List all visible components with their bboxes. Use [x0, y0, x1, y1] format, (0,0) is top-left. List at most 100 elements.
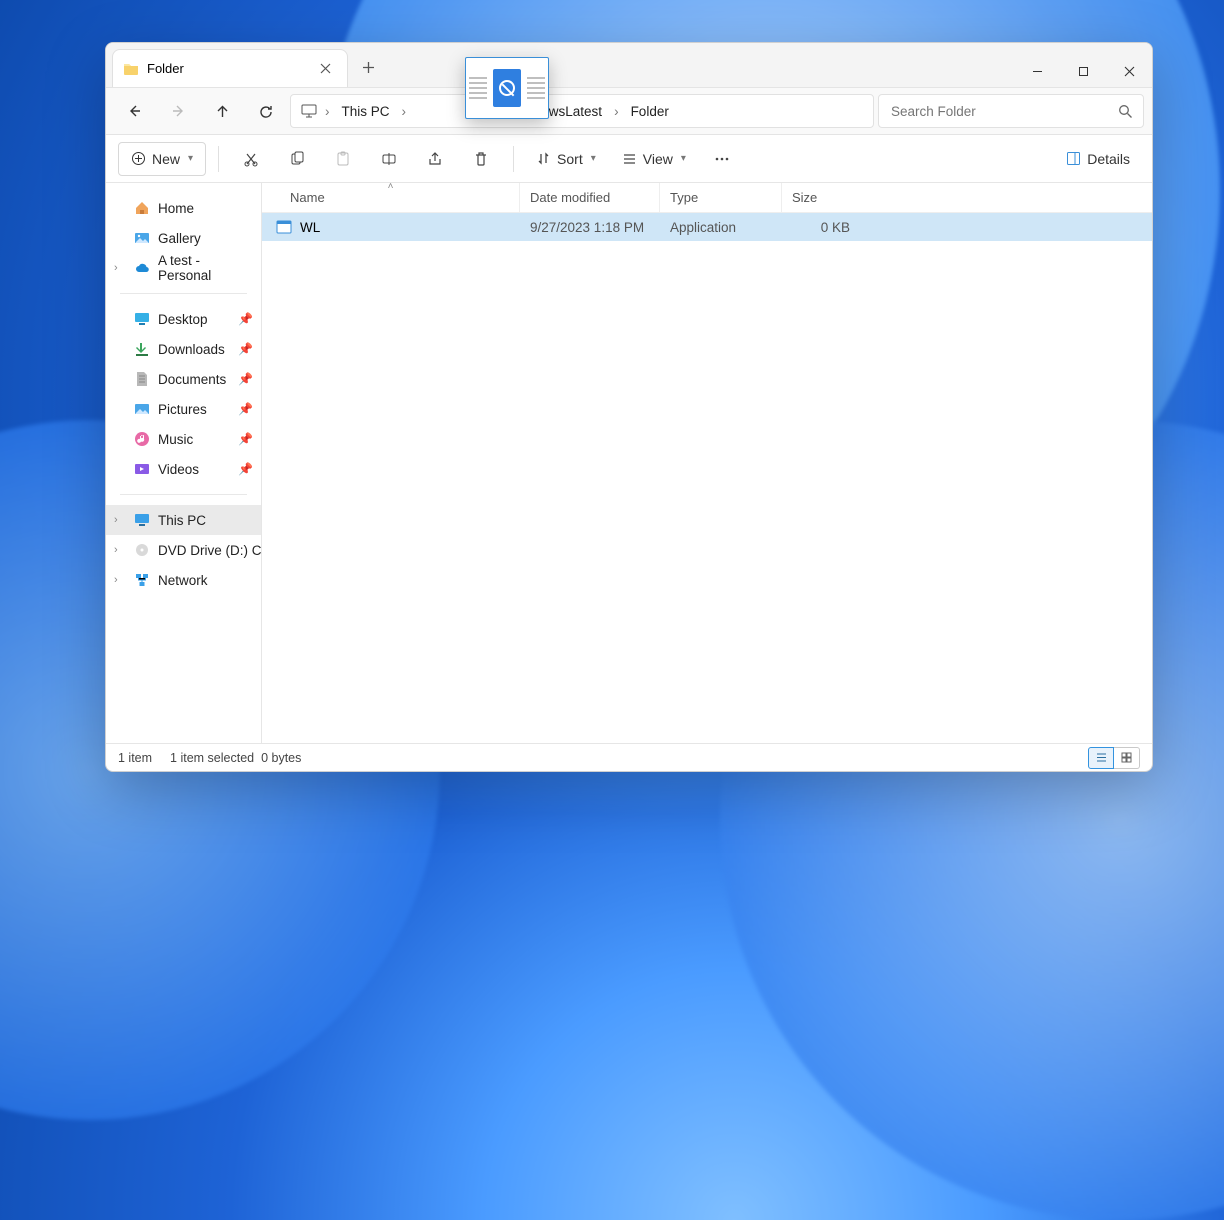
view-switch	[1088, 747, 1140, 769]
forward-button[interactable]	[158, 93, 198, 129]
refresh-button[interactable]	[246, 93, 286, 129]
sidebar-item-home[interactable]: Home	[106, 193, 261, 223]
window-controls	[1014, 55, 1152, 87]
pc-icon	[134, 512, 150, 528]
chevron-right-icon: ›	[114, 544, 118, 556]
file-explorer-window: Folder › This PC › › WindowsLatest ›	[105, 42, 1153, 772]
video-icon	[134, 461, 150, 477]
breadcrumb-item[interactable]: Folder	[623, 100, 677, 123]
sidebar-item-dvd[interactable]: ›DVD Drive (D:) CCC	[106, 535, 261, 565]
breadcrumb-item[interactable]: This PC	[334, 100, 398, 123]
sidebar-item-network[interactable]: ›Network	[106, 565, 261, 595]
toolbar: New ▾ Sort ▾ View ▾ Details	[106, 135, 1152, 183]
search-box[interactable]	[878, 94, 1144, 128]
delete-button[interactable]	[461, 142, 501, 176]
copy-button[interactable]	[277, 142, 317, 176]
sidebar-item-label: A test - Personal	[158, 253, 253, 283]
col-type[interactable]: Type	[660, 183, 782, 212]
file-row[interactable]: WL 9/27/2023 1:18 PM Application 0 KB	[262, 213, 1152, 241]
sidebar-item-label: Gallery	[158, 231, 201, 246]
plus-icon	[362, 61, 375, 74]
pictures-icon	[134, 401, 150, 417]
chevron-right-icon: ›	[114, 262, 118, 274]
rename-button[interactable]	[369, 142, 409, 176]
view-button[interactable]: View ▾	[612, 142, 696, 176]
details-label: Details	[1087, 151, 1130, 167]
close-window-button[interactable]	[1106, 55, 1152, 87]
sort-button[interactable]: Sort ▾	[526, 142, 606, 176]
close-icon	[320, 63, 331, 74]
col-size[interactable]: Size	[782, 183, 860, 212]
chevron-down-icon: ▾	[591, 153, 596, 164]
sidebar-item-desktop[interactable]: Desktop📌	[106, 304, 261, 334]
application-icon	[276, 219, 292, 235]
document-icon	[134, 371, 150, 387]
scissors-icon	[243, 151, 259, 167]
maximize-button[interactable]	[1060, 55, 1106, 87]
sidebar-item-label: Home	[158, 201, 194, 216]
up-button[interactable]	[202, 93, 242, 129]
sort-button-label: Sort	[557, 151, 583, 167]
file-date: 9/27/2023 1:18 PM	[520, 220, 660, 235]
chevron-right-icon: ›	[612, 104, 621, 119]
folder-icon	[123, 61, 139, 77]
cut-button[interactable]	[231, 142, 271, 176]
gallery-icon	[134, 230, 150, 246]
chevron-right-icon: ›	[114, 514, 118, 526]
tab-title: Folder	[147, 61, 184, 76]
sidebar-item-documents[interactable]: Documents📌	[106, 364, 261, 394]
monitor-icon	[301, 103, 317, 119]
tab-folder[interactable]: Folder	[112, 49, 348, 87]
minimize-button[interactable]	[1014, 55, 1060, 87]
chevron-down-icon: ▾	[681, 153, 686, 164]
chevron-right-icon: ›	[323, 104, 332, 119]
arrow-up-icon	[215, 104, 230, 119]
sidebar-item-onedrive[interactable]: › A test - Personal	[106, 253, 261, 283]
grid-icon	[1120, 751, 1133, 764]
chevron-right-icon: ›	[114, 574, 118, 586]
sidebar-item-label: This PC	[158, 513, 206, 528]
sort-icon	[536, 151, 551, 166]
sort-asc-icon: ˄	[388, 181, 394, 192]
sidebar-item-music[interactable]: Music 📌	[106, 424, 261, 454]
sidebar-item-label: Pictures	[158, 402, 207, 417]
thumbnails-view-button[interactable]	[1114, 747, 1140, 769]
chevron-down-icon: ▾	[188, 153, 193, 164]
details-pane-button[interactable]: Details	[1056, 142, 1140, 176]
copy-icon	[289, 151, 305, 167]
file-size: 0 KB	[782, 220, 860, 235]
tab-close-button[interactable]	[313, 57, 337, 81]
music-icon	[134, 431, 150, 447]
back-button[interactable]	[114, 93, 154, 129]
sidebar-item-videos[interactable]: Videos📌	[106, 454, 261, 484]
pin-icon: 📌	[238, 432, 253, 446]
sidebar-item-downloads[interactable]: Downloads📌	[106, 334, 261, 364]
new-tab-button[interactable]	[348, 47, 388, 87]
breadcrumb[interactable]: › This PC › › WindowsLatest › Folder	[290, 94, 874, 128]
col-name[interactable]: ˄Name	[262, 183, 520, 212]
new-button[interactable]: New ▾	[118, 142, 206, 176]
col-date[interactable]: Date modified	[520, 183, 660, 212]
status-bytes: 0 bytes	[261, 751, 301, 765]
share-icon	[427, 151, 443, 167]
minimize-icon	[1032, 66, 1043, 77]
paste-button[interactable]	[323, 142, 363, 176]
sidebar-item-this-pc[interactable]: › This PC	[106, 505, 261, 535]
rename-icon	[381, 151, 397, 167]
more-button[interactable]	[702, 142, 742, 176]
status-selected: 1 item selected	[170, 751, 254, 765]
search-input[interactable]	[889, 103, 1118, 120]
sidebar-item-pictures[interactable]: Pictures📌	[106, 394, 261, 424]
close-icon	[1124, 66, 1135, 77]
trash-icon	[473, 151, 489, 167]
home-icon	[134, 200, 150, 216]
column-headers: ˄Name Date modified Type Size	[262, 183, 1152, 213]
details-view-button[interactable]	[1088, 747, 1114, 769]
sidebar-item-gallery[interactable]: Gallery	[106, 223, 261, 253]
sidebar-item-label: Music	[158, 432, 193, 447]
file-name: WL	[300, 220, 320, 235]
status-bar: 1 item 1 item selected 0 bytes	[106, 743, 1152, 771]
share-button[interactable]	[415, 142, 455, 176]
new-button-label: New	[152, 151, 180, 167]
plus-circle-icon	[131, 151, 146, 166]
